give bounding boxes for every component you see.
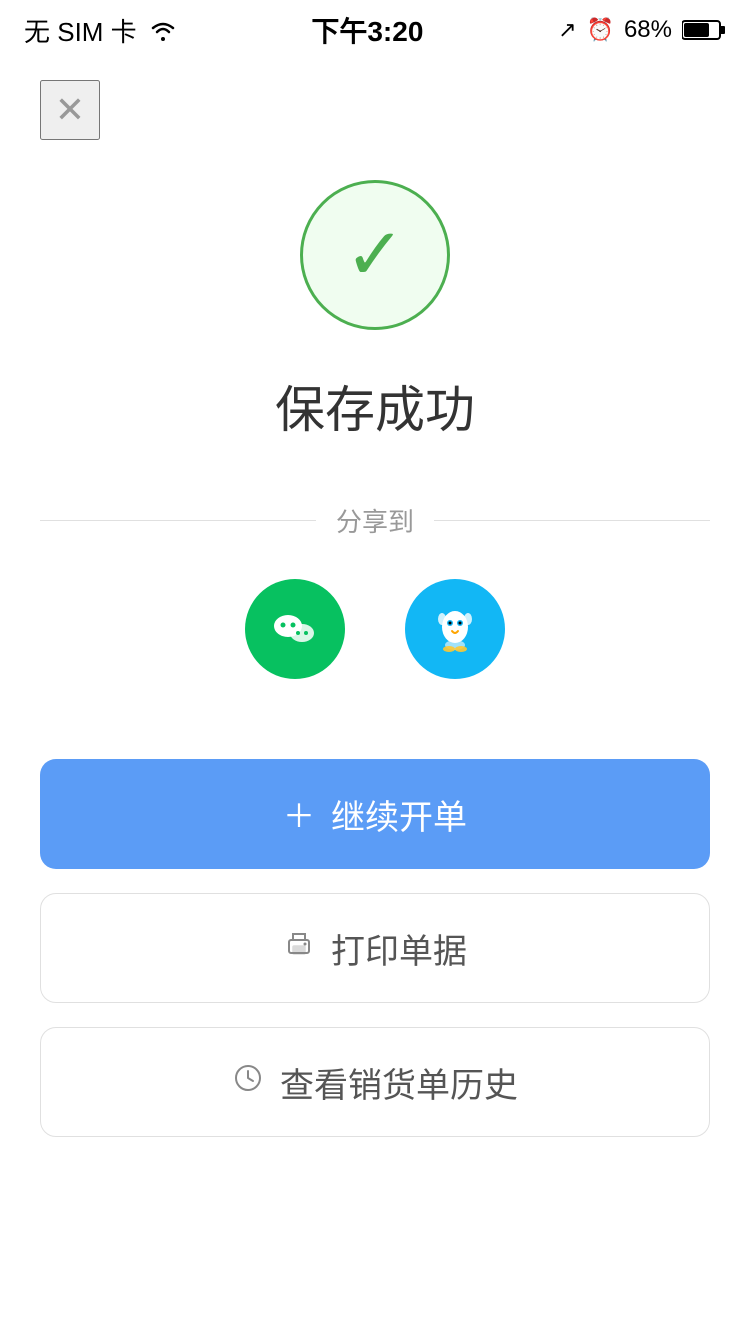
status-bar: 无 SIM 卡 下午3:20 ↗ ⏰ 68% — [0, 0, 750, 60]
share-divider: 分享到 — [40, 502, 710, 539]
battery-text: 68% — [624, 16, 672, 44]
location-icon: ↗ — [558, 17, 576, 43]
close-icon: ✕ — [55, 92, 85, 128]
action-buttons: ＋ 继续开单 打印单据 查看销货单历史 — [40, 759, 710, 1137]
status-time: 下午3:20 — [311, 10, 423, 50]
print-button[interactable]: 打印单据 — [40, 893, 710, 1003]
share-icons-container — [245, 579, 505, 679]
battery-icon — [682, 19, 726, 41]
share-label: 分享到 — [336, 502, 414, 539]
alarm-icon: ⏰ — [587, 17, 614, 43]
no-sim-text: 无 SIM 卡 — [24, 12, 137, 49]
success-title: 保存成功 — [275, 370, 475, 442]
divider-line-left — [40, 520, 316, 521]
printer-icon — [283, 928, 315, 968]
qq-share-button[interactable] — [405, 579, 505, 679]
print-label: 打印单据 — [331, 924, 467, 973]
status-left: 无 SIM 卡 — [24, 12, 177, 49]
wifi-icon — [149, 19, 177, 41]
history-button[interactable]: 查看销货单历史 — [40, 1027, 710, 1137]
plus-icon: ＋ — [283, 791, 315, 837]
main-content: ✕ ✓ 保存成功 分享到 — [0, 60, 750, 1157]
close-button[interactable]: ✕ — [40, 80, 100, 140]
wechat-icon — [267, 601, 323, 657]
success-circle: ✓ — [300, 180, 450, 330]
clock-icon — [232, 1062, 264, 1103]
status-right: ↗ ⏰ 68% — [558, 16, 726, 44]
checkmark-icon: ✓ — [345, 219, 405, 291]
continue-label: 继续开单 — [331, 790, 467, 839]
history-label: 查看销货单历史 — [280, 1058, 518, 1107]
wechat-share-button[interactable] — [245, 579, 345, 679]
qq-icon — [427, 601, 483, 657]
continue-button[interactable]: ＋ 继续开单 — [40, 759, 710, 869]
divider-line-right — [434, 520, 710, 521]
